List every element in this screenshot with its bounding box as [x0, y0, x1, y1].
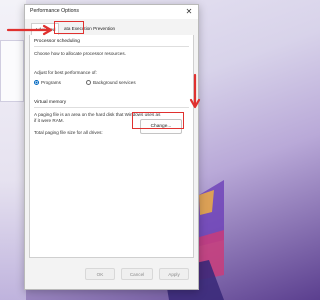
processor-scheduling-heading: Processor scheduling: [34, 39, 80, 44]
programs-label: Programs: [41, 80, 61, 85]
apply-button[interactable]: Apply: [159, 268, 189, 280]
processor-description: Choose how to allocate processor resourc…: [34, 51, 126, 56]
programs-radio[interactable]: [34, 80, 39, 85]
virtual-memory-description-line2: if it were RAM.: [34, 118, 64, 123]
change-button-highlight-box: [132, 112, 184, 129]
background-services-label: Background services: [93, 80, 136, 85]
performance-options-dialog: Performance Options ✕ Advanced ata Execu…: [24, 4, 199, 290]
adjust-performance-label: Adjust for best performance of:: [34, 70, 97, 75]
cancel-button[interactable]: Cancel: [121, 268, 153, 280]
dialog-title: Performance Options: [30, 8, 80, 14]
advanced-tab-panel: Processor scheduling Choose how to alloc…: [29, 35, 194, 258]
divider: [34, 46, 189, 47]
background-window: [0, 40, 24, 102]
divider: [34, 107, 189, 108]
advanced-tab-highlight-box: [54, 21, 84, 34]
background-services-radio[interactable]: [86, 80, 91, 85]
title-bar: Performance Options ✕: [25, 5, 198, 19]
virtual-memory-heading: Virtual memory: [34, 100, 67, 105]
total-paging-file-label: Total paging file size for all drives:: [34, 130, 103, 135]
close-button[interactable]: ✕: [184, 7, 194, 17]
ok-button[interactable]: OK: [85, 268, 115, 280]
